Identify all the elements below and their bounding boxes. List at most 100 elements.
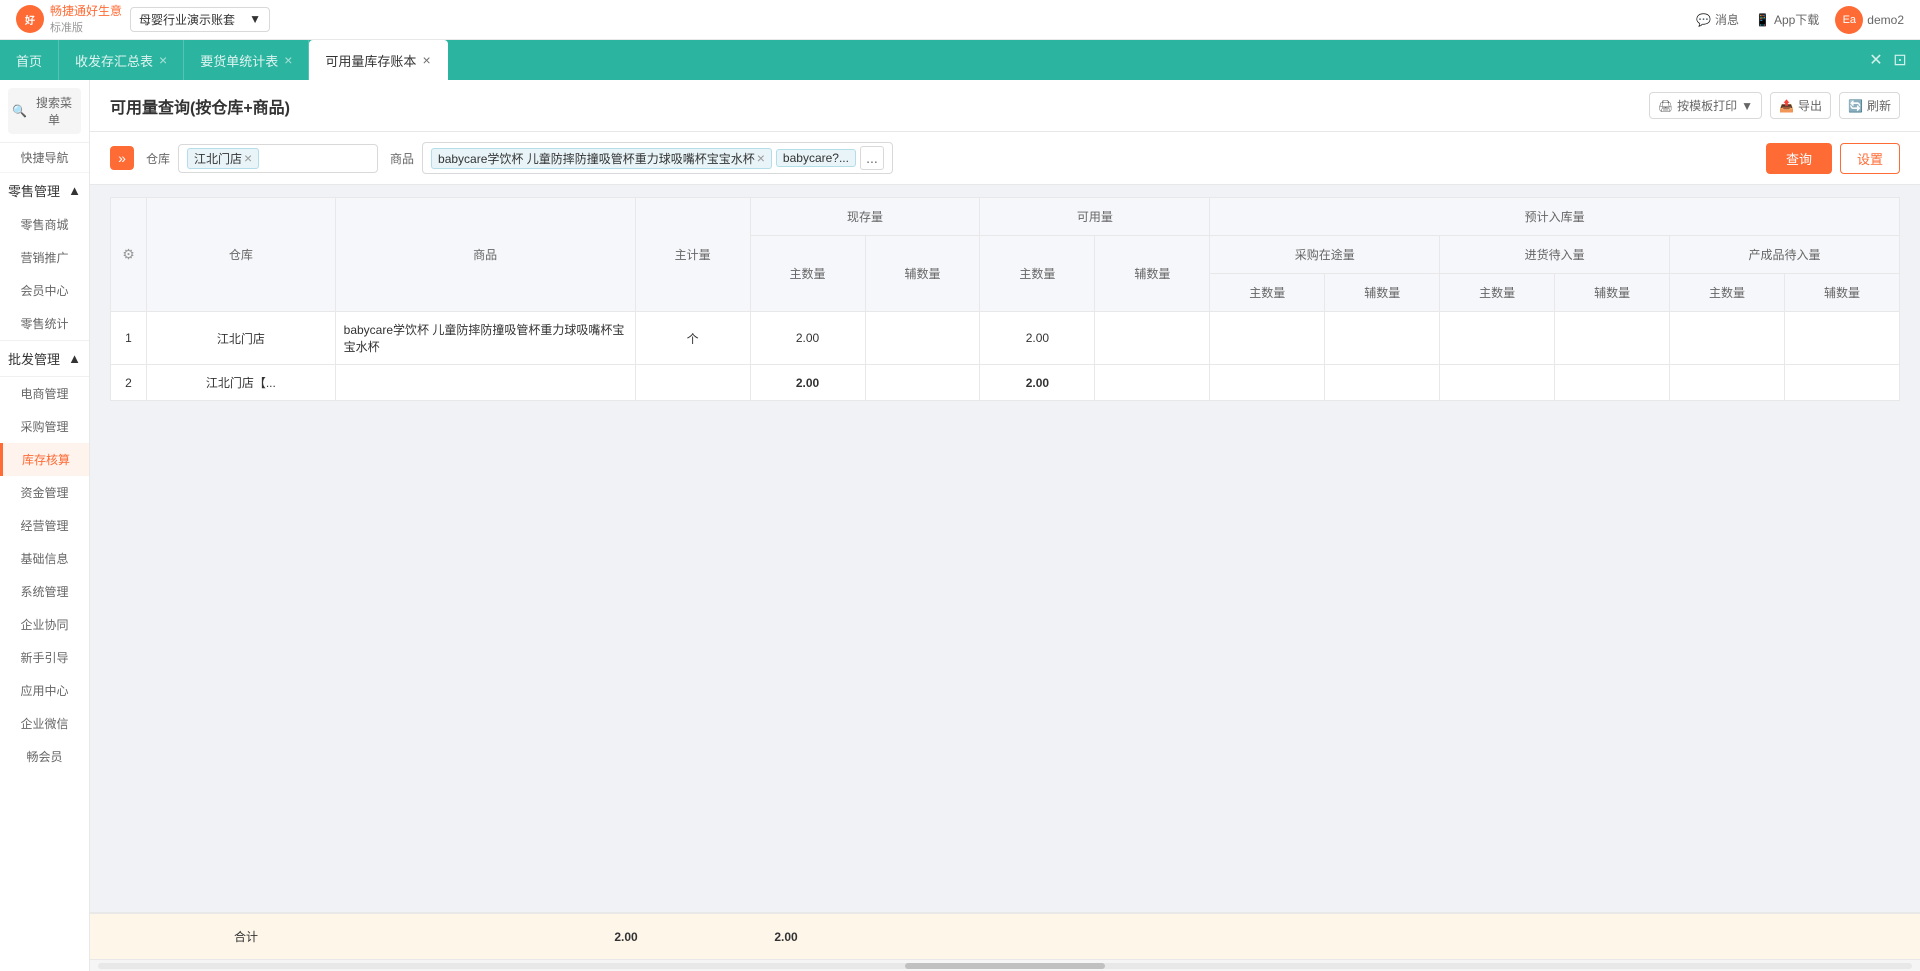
export-button[interactable]: 📤 导出 <box>1770 92 1831 119</box>
app-download-label: App下载 <box>1774 11 1819 28</box>
quick-nav-label: 快捷导航 <box>20 151 68 165</box>
tab-available-stock-close[interactable]: × <box>422 52 430 68</box>
row-2-warehouse: 江北门店【... <box>147 365 336 401</box>
sidebar-item-retail-stats[interactable]: 零售统计 <box>0 307 89 340</box>
sidebar-item-procurement[interactable]: 采购管理 <box>0 410 89 443</box>
sidebar-item-finance[interactable]: 资金管理 <box>0 476 89 509</box>
th-production-pending: 产成品待入量 <box>1670 236 1900 274</box>
sidebar-item-vip[interactable]: 畅会员 <box>0 740 89 773</box>
wholesale-chevron-icon: ▲ <box>68 351 81 366</box>
filter-bar: » 仓库 江北门店 × 商品 babycare学饮杯 儿童防摔防撞吸管杯重力球吸… <box>90 132 1920 185</box>
restore-window-button[interactable]: ⊡ <box>1892 52 1908 68</box>
row-2-inbound-aux <box>1555 365 1670 401</box>
settings-button[interactable]: 设置 <box>1840 143 1900 174</box>
sidebar-item-marketing[interactable]: 营销推广 <box>0 241 89 274</box>
top-bar-right: 💬 消息 📱 App下载 Ea demo2 <box>1696 6 1904 34</box>
tab-available-stock-label: 可用量库存账本 <box>325 51 416 70</box>
sidebar-item-ecommerce[interactable]: 电商管理 <box>0 377 89 410</box>
tab-receivables-close[interactable]: × <box>159 52 167 68</box>
warehouse-filter-label: 仓库 <box>146 150 170 167</box>
summary-table: 合计 2.00 2.00 <box>110 922 1900 951</box>
sidebar-item-wecom[interactable]: 企业微信 <box>0 707 89 740</box>
th-production-pending-main: 主数量 <box>1670 274 1785 312</box>
warehouse-tag-label: 江北门店 <box>194 150 242 167</box>
row-1-available-main: 2.00 <box>980 312 1095 365</box>
app-download-icon: 📱 <box>1755 13 1770 27</box>
sidebar-item-system[interactable]: 系统管理 <box>0 575 89 608</box>
sidebar-wholesale-label: 批发管理 <box>8 349 60 368</box>
sidebar-item-membership[interactable]: 会员中心 <box>0 274 89 307</box>
bottom-scrollbar[interactable] <box>90 959 1920 971</box>
column-settings-icon[interactable]: ⚙ <box>122 246 135 262</box>
table-row: 2 江北门店【... 2.00 2.00 <box>111 365 1900 401</box>
sidebar-item-inventory[interactable]: 库存核算 <box>0 443 89 476</box>
content-area: 可用量查询(按仓库+商品) 🖨 按模板打印 ▼ 📤 导出 🔄 刷新 <box>90 80 1920 971</box>
row-1-current-aux <box>865 312 980 365</box>
row-1-purchase-aux <box>1325 312 1440 365</box>
th-inbound-pending-main: 主数量 <box>1440 274 1555 312</box>
warehouse-tag-jiangbei: 江北门店 × <box>187 148 259 169</box>
tab-home[interactable]: 首页 <box>0 40 59 80</box>
app-download-button[interactable]: 📱 App下载 <box>1755 11 1819 28</box>
sidebar-item-newbie[interactable]: 新手引导 <box>0 641 89 674</box>
row-1-available-aux <box>1095 312 1210 365</box>
tab-available-stock[interactable]: 可用量库存账本 × <box>309 40 447 80</box>
page-title: 可用量查询(按仓库+商品) <box>110 94 290 118</box>
th-purchase-transit-main: 主数量 <box>1210 274 1325 312</box>
tab-home-label: 首页 <box>16 51 42 70</box>
product-filter-label: 商品 <box>390 150 414 167</box>
summary-current-main: 2.00 <box>586 922 666 951</box>
warehouse-tag-container[interactable]: 江北门店 × <box>178 144 378 173</box>
product-filter-more-button[interactable]: ... <box>860 146 884 170</box>
row-2-purchase-main <box>1210 365 1325 401</box>
row-2-unit <box>635 365 750 401</box>
sidebar-item-operations[interactable]: 经营管理 <box>0 509 89 542</box>
tab-order-stats[interactable]: 要货单统计表 × <box>184 40 309 80</box>
row-1-inbound-main <box>1440 312 1555 365</box>
sidebar-quick-nav[interactable]: 快捷导航 <box>0 143 89 173</box>
top-bar-left: 好 畅捷通好生意 标准版 母婴行业演示账套 ▼ <box>16 4 270 34</box>
row-2-product <box>335 365 635 401</box>
th-warehouse: 仓库 <box>147 198 336 312</box>
sidebar-search-area: 🔍 搜索菜单 <box>0 80 89 143</box>
top-bar: 好 畅捷通好生意 标准版 母婴行业演示账套 ▼ 💬 消息 📱 App下载 Ea … <box>0 0 1920 40</box>
th-planned-inbound: 预计入库量 <box>1210 198 1900 236</box>
tab-receivables[interactable]: 收发存汇总表 × <box>59 40 184 80</box>
row-2-purchase-aux <box>1325 365 1440 401</box>
tab-order-stats-close[interactable]: × <box>284 52 292 68</box>
expand-icon: » <box>118 150 126 166</box>
search-menu-label: 搜索菜单 <box>31 94 77 128</box>
row-2-current-main: 2.00 <box>750 365 865 401</box>
window-controls: ✕ ⊡ <box>1856 40 1920 80</box>
print-button[interactable]: 🖨 按模板打印 ▼ <box>1649 92 1762 119</box>
table-area: ⚙ 仓库 商品 主计量 现存量 可用量 预计入库量 主数量 辅数量 主数量 辅数… <box>90 185 1920 912</box>
message-button[interactable]: 💬 消息 <box>1696 11 1739 28</box>
sidebar-item-retail-mall[interactable]: 零售商城 <box>0 208 89 241</box>
sidebar-item-basics[interactable]: 基础信息 <box>0 542 89 575</box>
industry-selector[interactable]: 母婴行业演示账套 ▼ <box>130 7 270 32</box>
th-inbound-pending: 进货待入量 <box>1440 236 1670 274</box>
th-purchase-transit-aux: 辅数量 <box>1325 274 1440 312</box>
filter-expand-button[interactable]: » <box>110 146 134 170</box>
warehouse-tag-remove[interactable]: × <box>244 151 252 165</box>
row-2-production-main <box>1670 365 1785 401</box>
sidebar-item-enterprise[interactable]: 企业协同 <box>0 608 89 641</box>
sidebar-retail-header[interactable]: 零售管理 ▲ <box>0 173 89 208</box>
user-profile-button[interactable]: Ea demo2 <box>1835 6 1904 34</box>
sidebar-wholesale-header[interactable]: 批发管理 ▲ <box>0 341 89 376</box>
th-production-pending-aux: 辅数量 <box>1785 274 1900 312</box>
sidebar-item-appstore[interactable]: 应用中心 <box>0 674 89 707</box>
tab-receivables-label: 收发存汇总表 <box>75 51 153 70</box>
product-tag-1-remove[interactable]: × <box>757 151 765 165</box>
search-menu-button[interactable]: 🔍 搜索菜单 <box>8 88 81 134</box>
message-icon: 💬 <box>1696 13 1711 27</box>
product-tag-container[interactable]: babycare学饮杯 儿童防摔防撞吸管杯重力球吸嘴杯宝宝水杯 × babyca… <box>422 142 893 174</box>
product-tag-1: babycare学饮杯 儿童防摔防撞吸管杯重力球吸嘴杯宝宝水杯 × <box>431 148 772 169</box>
refresh-button[interactable]: 🔄 刷新 <box>1839 92 1900 119</box>
user-avatar: Ea <box>1835 6 1863 34</box>
scrollbar-track <box>98 963 1912 969</box>
row-1-current-main: 2.00 <box>750 312 865 365</box>
query-button[interactable]: 查询 <box>1766 143 1832 174</box>
username-label: demo2 <box>1867 13 1904 27</box>
close-all-tabs-button[interactable]: ✕ <box>1868 52 1884 68</box>
